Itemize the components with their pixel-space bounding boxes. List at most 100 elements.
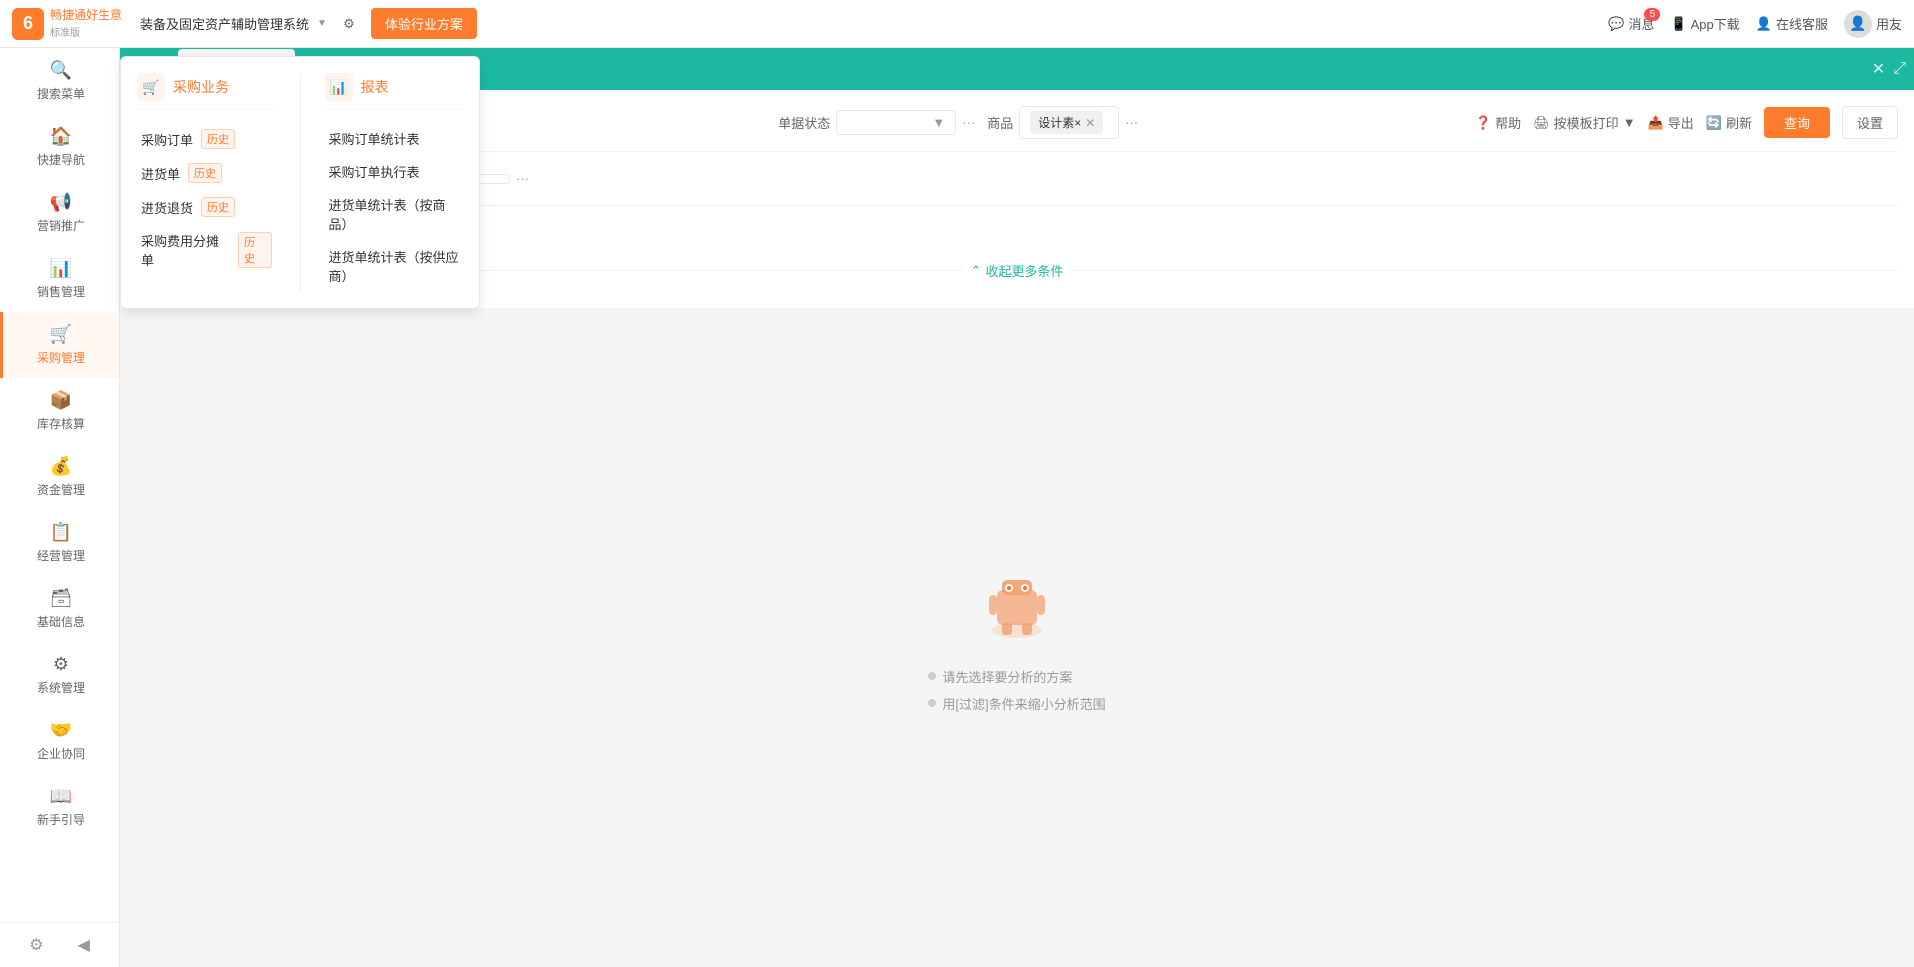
sidebar-item-purchase[interactable]: 🛒 采购管理 <box>0 312 119 378</box>
export-btn[interactable]: 📤 导出 <box>1648 113 1694 132</box>
purchase-expense-label: 采购费用分摊单 <box>141 231 230 269</box>
tab-bar-right: ✕ ⤢ <box>1872 59 1914 79</box>
help-btn[interactable]: ❓ 帮助 <box>1475 113 1521 132</box>
settings-icon[interactable]: ⚙ <box>335 10 363 38</box>
purchase-expense-history[interactable]: 历史 <box>238 232 272 268</box>
sidebar-label-enterprise: 企业协同 <box>37 745 85 762</box>
query-button[interactable]: 查询 <box>1764 107 1830 138</box>
report-receipt-supplier-label: 进货单统计表（按供应商） <box>329 247 460 285</box>
collapse-btn[interactable]: ⌃ 收起更多条件 <box>963 253 1072 288</box>
user-label: 用友 <box>1876 14 1902 33</box>
purchase-order-history[interactable]: 历史 <box>201 129 235 149</box>
goods-dots[interactable]: ··· <box>1125 115 1138 130</box>
sidebar-item-guide[interactable]: 📖 新手引导 <box>0 774 119 840</box>
purchase-col: 🛒 采购业务 采购订单 历史 进货单 历史 进货退货 历史 采购费用分摊单 历史 <box>137 73 276 292</box>
industry-button[interactable]: 体验行业方案 <box>371 8 477 39</box>
menu-item-report-receipt-goods[interactable]: 进货单统计表（按商品） <box>325 188 464 240</box>
sidebar-item-finance[interactable]: 💰 资金管理 <box>0 444 119 510</box>
sidebar-item-sales[interactable]: 📊 销售管理 <box>0 246 119 312</box>
print-btn[interactable]: 🖨 按模板打印 ▼ <box>1533 113 1635 132</box>
menu-item-report-receipt-supplier[interactable]: 进货单统计表（按供应商） <box>325 240 464 292</box>
online-service-btn[interactable]: 👤 在线客服 <box>1756 14 1828 33</box>
sidebar-item-search[interactable]: 🔍 搜索菜单 <box>0 48 119 114</box>
menu-item-purchase-return[interactable]: 进货退货 历史 <box>137 190 276 224</box>
tab-maximize-icon[interactable]: ⤢ <box>1893 60 1906 78</box>
purchase-section-title: 采购业务 <box>173 77 229 97</box>
sidebar-label-inventory: 库存核算 <box>37 415 85 432</box>
empty-hints: 请先选择要分析的方案 用[过滤]条件来缩小分析范围 <box>928 667 1105 721</box>
search-icon: 🔍 <box>50 60 72 81</box>
purchase-return-history[interactable]: 历史 <box>201 197 235 217</box>
logo-icon: 6 <box>12 8 44 40</box>
system-title: 装备及固定资产辅助管理系统 <box>140 14 309 33</box>
sidebar-collapse-btn[interactable]: ◀ <box>78 935 90 955</box>
goods-tag-text: 设计素× <box>1038 114 1081 131</box>
status-dropdown-icon: ▼ <box>932 115 945 130</box>
app-download-label: App下载 <box>1691 14 1740 33</box>
help-label: 帮助 <box>1495 113 1521 132</box>
sidebar-label-basic-info: 基础信息 <box>37 613 85 630</box>
goods-tag-close[interactable]: ✕ <box>1085 116 1095 130</box>
tab-close-window-icon[interactable]: ✕ <box>1872 59 1885 79</box>
sidebar-item-quick-nav[interactable]: 🏠 快捷导航 <box>0 114 119 180</box>
phone-icon: 📱 <box>1670 16 1686 32</box>
sidebar: 🔍 搜索菜单 🏠 快捷导航 📢 营销推广 📊 销售管理 🛒 采购管理 📦 库存核… <box>0 48 120 967</box>
sidebar-item-operations[interactable]: 📋 经营管理 <box>0 510 119 576</box>
operations-icon: 📋 <box>50 522 72 543</box>
sales-icon: 📊 <box>50 258 72 279</box>
print-arrow: ▼ <box>1623 115 1636 130</box>
salesperson-dots[interactable]: ··· <box>516 171 529 186</box>
brand-text: 畅捷通好生意 标准版 <box>50 8 122 39</box>
topbar: 6 畅捷通好生意 标准版 装备及固定资产辅助管理系统 ▼ ⚙ 体验行业方案 💬 … <box>0 0 1914 48</box>
brand-name: 畅捷通好生意 <box>50 8 122 24</box>
menu-item-purchase-order[interactable]: 采购订单 历史 <box>137 122 276 156</box>
dropdown-divider <box>300 73 301 292</box>
goods-tag: 设计素× ✕ <box>1030 111 1103 134</box>
sidebar-label-quick-nav: 快捷导航 <box>37 151 85 168</box>
report-receipt-goods-label: 进货单统计表（按商品） <box>329 195 460 233</box>
sidebar-item-marketing[interactable]: 📢 营销推广 <box>0 180 119 246</box>
purchase-order-label: 采购订单 <box>141 130 193 149</box>
sidebar-item-system[interactable]: ⚙ 系统管理 <box>0 642 119 708</box>
status-input[interactable]: ▼ <box>836 110 956 135</box>
menu-item-report-order-stat[interactable]: 采购订单统计表 <box>325 122 464 155</box>
app-download-btn[interactable]: 📱 App下载 <box>1670 14 1739 33</box>
menu-item-purchase-receipt[interactable]: 进货单 历史 <box>137 156 276 190</box>
sidebar-item-enterprise[interactable]: 🤝 企业协同 <box>0 708 119 774</box>
user-btn[interactable]: 👤 用友 <box>1844 10 1902 38</box>
enterprise-icon: 🤝 <box>50 720 72 741</box>
finance-icon: 💰 <box>50 456 72 477</box>
sidebar-bottom: ⚙ ◀ <box>0 922 119 967</box>
avatar: 👤 <box>1844 10 1872 38</box>
status-dots[interactable]: ··· <box>962 115 975 130</box>
collapse-up-icon: ⌃ <box>971 263 982 279</box>
print-label: 按模板打印 <box>1554 113 1619 132</box>
logo-area: 6 畅捷通好生意 标准版 <box>12 8 132 40</box>
sidebar-label-system: 系统管理 <box>37 679 85 696</box>
sidebar-settings-btn[interactable]: ⚙ <box>29 935 43 955</box>
refresh-icon: 🔄 <box>1706 115 1722 131</box>
sidebar-item-inventory[interactable]: 📦 库存核算 <box>0 378 119 444</box>
report-col: 📊 报表 采购订单统计表 采购订单执行表 进货单统计表（按商品） 进货单统计表（… <box>325 73 464 292</box>
empty-illustration <box>967 555 1067 655</box>
sidebar-item-basic-info[interactable]: 🗃 基础信息 <box>0 576 119 642</box>
report-section-title: 报表 <box>361 77 389 97</box>
message-btn[interactable]: 💬 消息 5 <box>1608 14 1654 33</box>
report-col-header: 📊 报表 <box>325 73 464 110</box>
message-badge: 5 <box>1644 8 1660 21</box>
purchase-return-label: 进货退货 <box>141 198 193 217</box>
refresh-btn[interactable]: 🔄 刷新 <box>1706 113 1752 132</box>
sep-line-right <box>1071 270 1898 271</box>
purchase-receipt-label: 进货单 <box>141 164 180 183</box>
goods-input[interactable]: 设计素× ✕ <box>1019 106 1119 139</box>
marketing-icon: 📢 <box>50 192 72 213</box>
empty-hint-1: 请先选择要分析的方案 <box>928 667 1105 686</box>
empty-hint-2: 用[过滤]条件来缩小分析范围 <box>928 694 1105 713</box>
purchase-receipt-history[interactable]: 历史 <box>188 163 222 183</box>
menu-item-purchase-expense[interactable]: 采购费用分摊单 历史 <box>137 224 276 276</box>
headset-icon: 👤 <box>1756 16 1772 32</box>
dropdown-cols: 🛒 采购业务 采购订单 历史 进货单 历史 进货退货 历史 采购费用分摊单 历史 <box>137 73 463 292</box>
menu-item-report-order-exec[interactable]: 采购订单执行表 <box>325 155 464 188</box>
sidebar-label-operations: 经营管理 <box>37 547 85 564</box>
settings-filter-button[interactable]: 设置 <box>1842 106 1898 139</box>
